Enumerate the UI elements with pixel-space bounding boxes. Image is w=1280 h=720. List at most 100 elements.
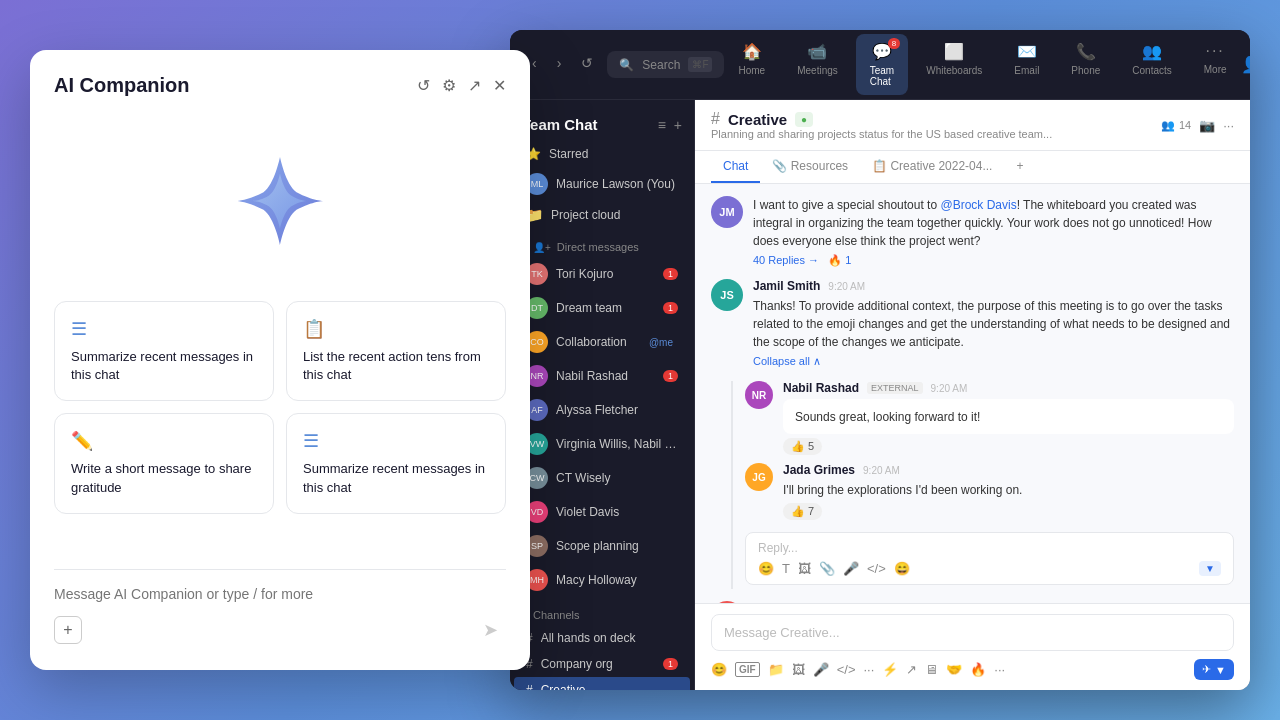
collapse-link[interactable]: Collapse all ∧ (753, 355, 821, 367)
sidebar-item-alyssa[interactable]: AF Alyssa Fletcher (514, 393, 690, 427)
time-jamil: 9:20 AM (828, 281, 865, 292)
toolbar-file[interactable]: 📁 (768, 662, 784, 677)
toolbar-code[interactable]: </> (837, 662, 856, 677)
suggestion-card-summarize1[interactable]: ☰ Summarize recent messages in this chat (54, 301, 274, 401)
suggestion-card-action-items[interactable]: 📋 List the recent action tens from this … (286, 301, 506, 401)
reply-mic-icon[interactable]: 🎤 (843, 561, 859, 576)
sidebar-item-scope[interactable]: SP Scope planning (514, 529, 690, 563)
reply-send-btn[interactable]: ▼ (1199, 561, 1221, 576)
sidebar-item-collaboration[interactable]: CO Collaboration @me (514, 325, 690, 359)
ai-add-button[interactable]: + (54, 616, 82, 644)
email-label: Email (1014, 65, 1039, 76)
reply-attach-icon[interactable]: 📎 (819, 561, 835, 576)
toolbar-screen[interactable]: 🖥 (925, 662, 938, 677)
nav-search-box[interactable]: 🔍 Search ⌘F (607, 51, 724, 78)
toolbar-fire[interactable]: 🔥 (970, 662, 986, 677)
nav-tab-email[interactable]: ✉️ Email (1000, 34, 1053, 95)
chat-tab-add[interactable]: + (1004, 151, 1035, 183)
toolbar-gif[interactable]: GIF (735, 662, 760, 677)
sidebar-item-violet[interactable]: VD Violet Davis (514, 495, 690, 529)
chat-more-icon[interactable]: ··· (1223, 118, 1234, 133)
sidebar-item-virginia[interactable]: VW Virginia Willis, Nabil Rash... (514, 427, 690, 461)
suggestion-card-summarize2[interactable]: ☰ Summarize recent messages in this chat (286, 413, 506, 513)
label-collaboration: Collaboration (556, 335, 636, 349)
sidebar-item-dream-team[interactable]: DT Dream team 1 (514, 291, 690, 325)
expand-icon[interactable]: ↗ (468, 76, 481, 95)
sidebar-item-ct-wisely[interactable]: CW CT Wisely (514, 461, 690, 495)
nav-tab-whiteboards[interactable]: ⬜ Whiteboards (912, 34, 996, 95)
sidebar-add-icon[interactable]: + (674, 117, 682, 133)
sidebar-item-macy[interactable]: MH Macy Holloway (514, 563, 690, 597)
sidebar-filter-icon[interactable]: ≡ (658, 117, 666, 133)
chat-tab-creative[interactable]: 📋 Creative 2022-04... (860, 151, 1004, 183)
sidebar-channel-creative[interactable]: # Creative (514, 677, 690, 690)
ai-logo (220, 141, 340, 261)
reply-emoji-icon[interactable]: 😊 (758, 561, 774, 576)
search-icon: 🔍 (619, 58, 634, 72)
toolbar-more-1[interactable]: ··· (863, 662, 874, 677)
reply-image-icon[interactable]: 🖼 (798, 561, 811, 576)
badge-nabil: 1 (663, 370, 678, 382)
ai-message-input[interactable] (54, 586, 506, 602)
toolbar-bolt[interactable]: ⚡ (882, 662, 898, 677)
sidebar-channel-company-org[interactable]: # Company org 1 (514, 651, 690, 677)
chat-title-section: # Creative ● Planning and sharing projec… (711, 110, 1052, 140)
chat-tab-chat[interactable]: Chat (711, 151, 760, 183)
reply-text-icon[interactable]: T (782, 561, 790, 576)
toolbar-more-2[interactable]: ··· (994, 662, 1005, 677)
toolbar-emoji[interactable]: 😊 (711, 662, 727, 677)
send-icon: ✈ (1202, 663, 1211, 676)
chat-video-icon[interactable]: 📷 (1199, 118, 1215, 133)
message-nabil: NR Nabil Rashad EXTERNAL 9:20 AM Sounds … (745, 381, 1234, 455)
suggestion-card-gratitude[interactable]: ✏️ Write a short message to share gratit… (54, 413, 274, 513)
main-container: AI Companion ↺ ⚙ ↗ ✕ (30, 30, 1250, 690)
message-send-area: ✈ ▼ (1194, 659, 1234, 680)
reaction-jada[interactable]: 👍 7 (783, 503, 822, 520)
close-icon[interactable]: ✕ (493, 76, 506, 95)
sidebar-item-maurice[interactable]: ML Maurice Lawson (You) (514, 167, 690, 201)
sidebar-item-nabil[interactable]: NR Nabil Rashad 1 (514, 359, 690, 393)
dm-add-icon[interactable]: 👤+ (533, 242, 551, 253)
toolbar-share[interactable]: ↗ (906, 662, 917, 677)
send-button[interactable]: ✈ ▼ (1194, 659, 1234, 680)
profile-icon[interactable]: 👤 (1241, 55, 1250, 74)
suggestion-icon-1: ☰ (71, 318, 257, 340)
toolbar-mic[interactable]: 🎤 (813, 662, 829, 677)
nav-tab-home[interactable]: 🏠 Home (724, 34, 779, 95)
nav-tabs: 🏠 Home 📹 Meetings 8 💬 Team Chat ⬜ Whiteb… (724, 34, 1240, 95)
reply-more-icon[interactable]: 😄 (894, 561, 910, 576)
sidebar-channel-all-hands[interactable]: # All hands on deck (514, 625, 690, 651)
sidebar-item-tori[interactable]: TK Tori Kojuro 1 (514, 257, 690, 291)
nav-tab-meetings[interactable]: 📹 Meetings (783, 34, 852, 95)
direct-messages-section: ▾ 👤+ Direct messages TK Tori Kojuro 1 DT… (510, 237, 694, 597)
message-input-area: Message Creative... 😊 GIF 📁 🖼 🎤 </> ··· … (695, 603, 1250, 690)
send-chevron[interactable]: ▼ (1215, 664, 1226, 676)
reaction-nabil[interactable]: 👍 5 (783, 438, 822, 455)
ai-send-button[interactable]: ➤ (474, 614, 506, 646)
reply-code-icon[interactable]: </> (867, 561, 886, 576)
sidebar-item-project-cloud[interactable]: 📁 Project cloud (514, 201, 690, 229)
nav-forward-button[interactable]: › (551, 51, 568, 78)
history-icon[interactable]: ↺ (417, 76, 430, 95)
suggestion-text-2: List the recent action tens from this ch… (303, 348, 489, 384)
label-virginia: Virginia Willis, Nabil Rash... (556, 437, 678, 451)
channels-section-header: ▾ Channels (510, 605, 694, 625)
settings-icon[interactable]: ⚙ (442, 76, 456, 95)
message-1-content: I want to give a special shoutout to @Br… (753, 196, 1234, 267)
nav-tab-phone[interactable]: 📞 Phone (1057, 34, 1114, 95)
toolbar-image[interactable]: 🖼 (792, 662, 805, 677)
message-input-box[interactable]: Message Creative... (711, 614, 1234, 651)
toolbar-collab[interactable]: 🤝 (946, 662, 962, 677)
nav-refresh-button[interactable]: ↺ (575, 51, 599, 78)
replies-link-1[interactable]: 40 Replies → 🔥 1 (753, 254, 1234, 267)
label-ct: CT Wisely (556, 471, 678, 485)
message-input-placeholder: Message Creative... (724, 625, 840, 640)
sidebar-item-starred[interactable]: ⭐ Starred (514, 141, 690, 167)
member-count-value: 14 (1179, 119, 1191, 131)
suggestions-grid: ☰ Summarize recent messages in this chat… (54, 301, 506, 514)
nav-tab-contacts[interactable]: 👥 Contacts (1118, 34, 1185, 95)
nav-tab-team-chat[interactable]: 8 💬 Team Chat (856, 34, 908, 95)
chat-tab-resources[interactable]: 📎 Resources (760, 151, 860, 183)
label-company-org: Company org (541, 657, 655, 671)
nav-tab-more[interactable]: ··· More (1190, 34, 1241, 95)
